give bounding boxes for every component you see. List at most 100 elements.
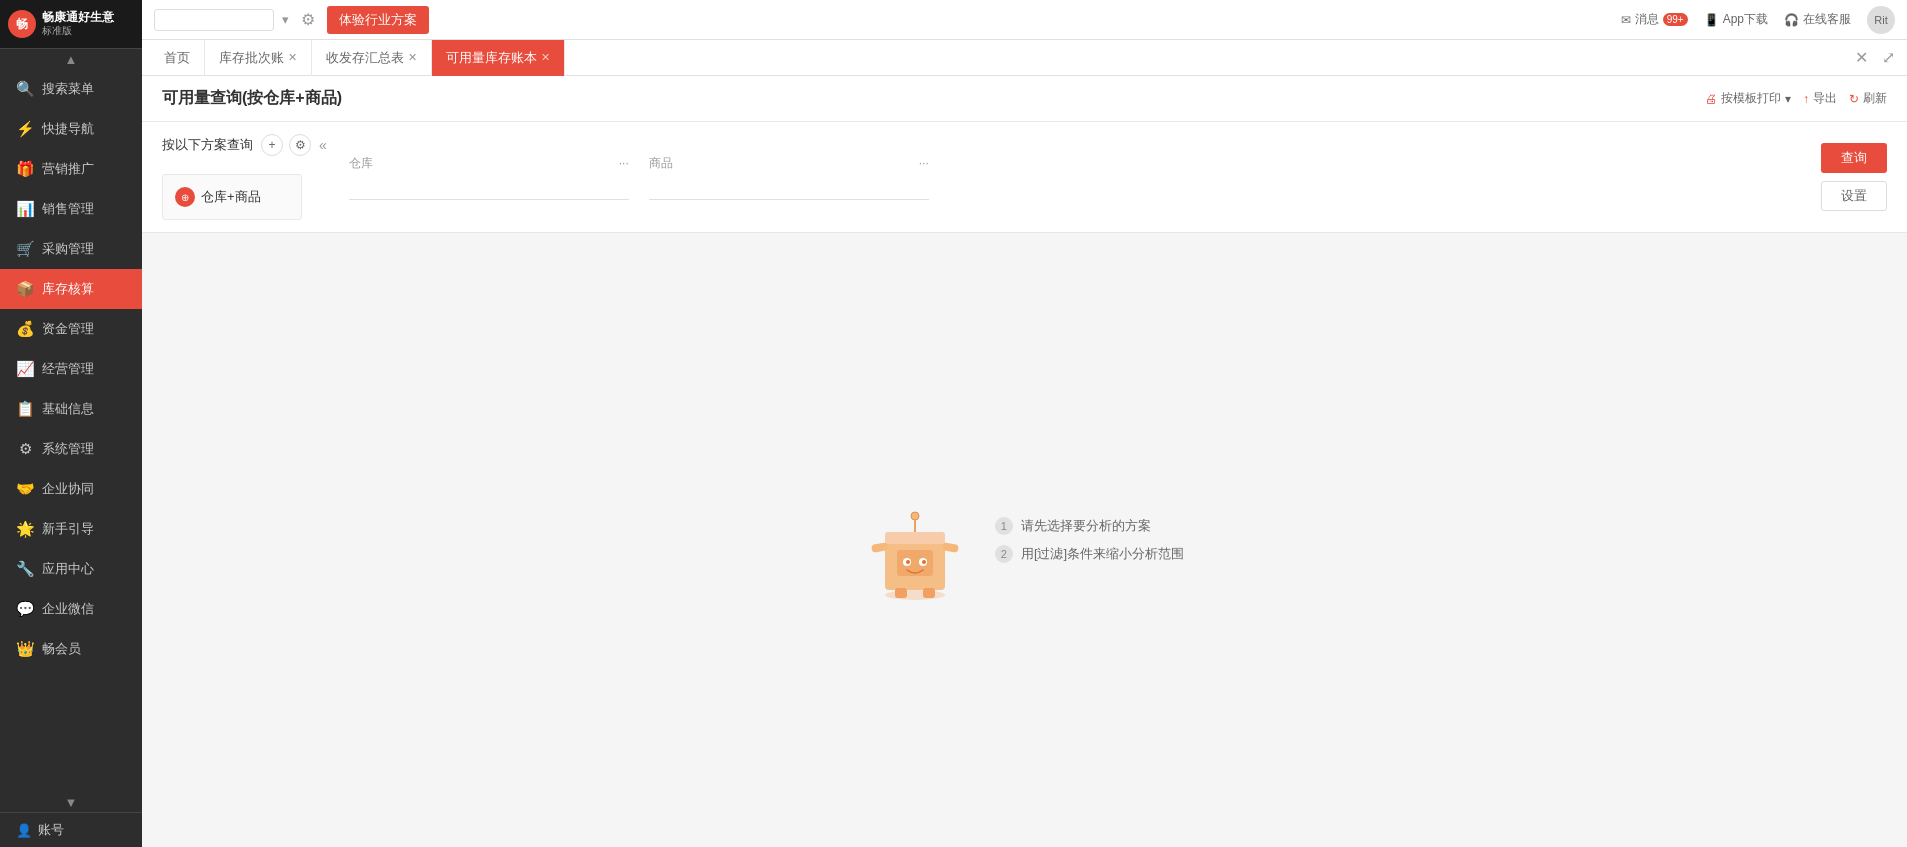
print-icon: 🖨 [1705,92,1717,106]
svg-point-7 [922,560,926,564]
empty-hints: 1 请先选择要分析的方案 2 用[过滤]条件来缩小分析范围 [995,517,1184,563]
sidebar-item-label: 资金管理 [42,320,94,338]
app-download-item[interactable]: 📱 App下载 [1704,11,1768,28]
topbar-dropdown-icon[interactable]: ▾ [282,12,289,27]
product-label-text: 商品 [649,155,673,172]
warehouse-label-text: 仓库 [349,155,373,172]
filter-add-button[interactable]: + [261,134,283,156]
sidebar-item-newuser[interactable]: 🌟 新手引导 [0,509,142,549]
sidebar-item-label: 新手引导 [42,520,94,538]
tab-inout-summary-close[interactable]: ✕ [408,51,417,64]
marketing-icon: 🎁 [16,160,34,178]
sidebar-username: 账号 [38,821,64,839]
filter-scheme-item[interactable]: ⊕ 仓库+商品 [163,181,301,213]
topbar-gear-icon[interactable]: ⚙ [301,10,315,29]
tab-available-ledger-close[interactable]: ✕ [541,51,550,64]
filter-settings-button[interactable]: ⚙ [289,134,311,156]
filter-field-warehouse: 仓库 ··· [349,155,629,200]
product-field-label: 商品 ··· [649,155,929,172]
hint2-text: 用[过滤]条件来缩小分析范围 [1021,545,1184,563]
svg-rect-10 [895,588,907,598]
hint1-number: 1 [995,517,1013,535]
sidebar-item-label: 企业微信 [42,600,94,618]
print-dropdown-icon[interactable]: ▾ [1785,92,1791,106]
product-input[interactable] [649,176,929,200]
warehouse-more-btn[interactable]: ··· [619,156,629,170]
purchase-icon: 🛒 [16,240,34,258]
tabs-right-controls: ✕ ⤢ [1851,46,1899,69]
topbar-search-input[interactable] [154,9,274,31]
tab-batch-ledger[interactable]: 库存批次账 ✕ [205,40,312,76]
sidebar-item-quicknav[interactable]: ⚡ 快捷导航 [0,109,142,149]
export-action[interactable]: ↑ 导出 [1803,90,1837,107]
tab-home[interactable]: 首页 [150,40,205,76]
basic-info-icon: 📋 [16,400,34,418]
sidebar-item-basic-info[interactable]: 📋 基础信息 [0,389,142,429]
online-service-item[interactable]: 🎧 在线客服 [1784,11,1851,28]
svg-point-13 [911,512,919,520]
sidebar-item-purchase[interactable]: 🛒 采购管理 [0,229,142,269]
user-avatar-icon: 👤 [16,823,32,838]
app-download-label: App下载 [1723,11,1768,28]
page-header: 可用量查询(按仓库+商品) 🖨 按模板打印 ▾ ↑ 导出 ↻ 刷新 [142,76,1907,122]
sidebar-item-system[interactable]: ⚙ 系统管理 [0,429,142,469]
export-icon: ↑ [1803,92,1809,106]
svg-rect-3 [897,550,933,576]
filter-field-product: 商品 ··· [649,155,929,200]
sidebar-item-vip[interactable]: 👑 畅会员 [0,629,142,669]
sidebar-item-label: 经营管理 [42,360,94,378]
sidebar-item-appcenter[interactable]: 🔧 应用中心 [0,549,142,589]
sidebar-item-marketing[interactable]: 🎁 营销推广 [0,149,142,189]
print-action[interactable]: 🖨 按模板打印 ▾ [1705,90,1791,107]
tabs-bar: 首页 库存批次账 ✕ 收发存汇总表 ✕ 可用量库存账本 ✕ ✕ ⤢ [142,40,1907,76]
industry-solution-button[interactable]: 体验行业方案 [327,6,429,34]
tab-available-ledger-label: 可用量库存账本 [446,49,537,67]
sidebar-footer[interactable]: 👤 账号 [0,812,142,847]
topbar: ▾ ⚙ 体验行业方案 ✉ 消息 99+ 📱 App下载 🎧 在线客服 Rit [142,0,1907,40]
sidebar-item-wechat[interactable]: 💬 企业微信 [0,589,142,629]
tab-available-ledger[interactable]: 可用量库存账本 ✕ [432,40,565,76]
sidebar-item-inventory[interactable]: 📦 库存核算 [0,269,142,309]
system-icon: ⚙ [16,440,34,458]
tab-inout-summary[interactable]: 收发存汇总表 ✕ [312,40,432,76]
appcenter-icon: 🔧 [16,560,34,578]
sidebar-scroll-down[interactable]: ▼ [0,792,142,812]
search-icon: 🔍 [16,80,34,98]
vip-icon: 👑 [16,640,34,658]
filter-scheme-list: ⊕ 仓库+商品 [162,174,302,220]
tab-close-all-icon[interactable]: ✕ [1851,46,1872,69]
content-area: 可用量查询(按仓库+商品) 🖨 按模板打印 ▾ ↑ 导出 ↻ 刷新 [142,76,1907,847]
svg-point-6 [906,560,910,564]
empty-state: 1 请先选择要分析的方案 2 用[过滤]条件来缩小分析范围 [142,233,1907,847]
sidebar: 畅 畅康通好生意 标准版 ▲ 🔍 搜索菜单 ⚡ 快捷导航 🎁 营销推广 📊 销售… [0,0,142,847]
tab-home-label: 首页 [164,49,190,67]
filter-collapse-icon[interactable]: « [319,137,327,153]
product-more-btn[interactable]: ··· [919,156,929,170]
sidebar-item-sales[interactable]: 📊 销售管理 [0,189,142,229]
hint-item-2: 2 用[过滤]条件来缩小分析范围 [995,545,1184,563]
message-item[interactable]: ✉ 消息 99+ [1621,11,1688,28]
refresh-action[interactable]: ↻ 刷新 [1849,90,1887,107]
tab-expand-icon[interactable]: ⤢ [1878,46,1899,69]
filter-row: 按以下方案查询 + ⚙ « ⊕ 仓库+商品 [162,134,1887,220]
tab-batch-ledger-close[interactable]: ✕ [288,51,297,64]
app-title-wrap: 畅康通好生意 标准版 [42,10,114,38]
sidebar-item-search[interactable]: 🔍 搜索菜单 [0,69,142,109]
query-button[interactable]: 查询 [1821,143,1887,173]
sidebar-item-finance[interactable]: 💰 资金管理 [0,309,142,349]
user-avatar[interactable]: Rit [1867,6,1895,34]
finance-icon: 💰 [16,320,34,338]
settings-button[interactable]: 设置 [1821,181,1887,211]
sidebar-item-management[interactable]: 📈 经营管理 [0,349,142,389]
refresh-icon: ↻ [1849,92,1859,106]
export-label: 导出 [1813,90,1837,107]
print-label: 按模板打印 [1721,90,1781,107]
warehouse-input[interactable] [349,176,629,200]
sidebar-item-enterprise[interactable]: 🤝 企业协同 [0,469,142,509]
username-label: Rit [1874,14,1887,26]
sidebar-scroll-up[interactable]: ▲ [0,49,142,69]
warehouse-field-label: 仓库 ··· [349,155,629,172]
sidebar-item-label: 营销推广 [42,160,94,178]
app-logo: 畅 [8,10,36,38]
page-title: 可用量查询(按仓库+商品) [162,88,342,109]
